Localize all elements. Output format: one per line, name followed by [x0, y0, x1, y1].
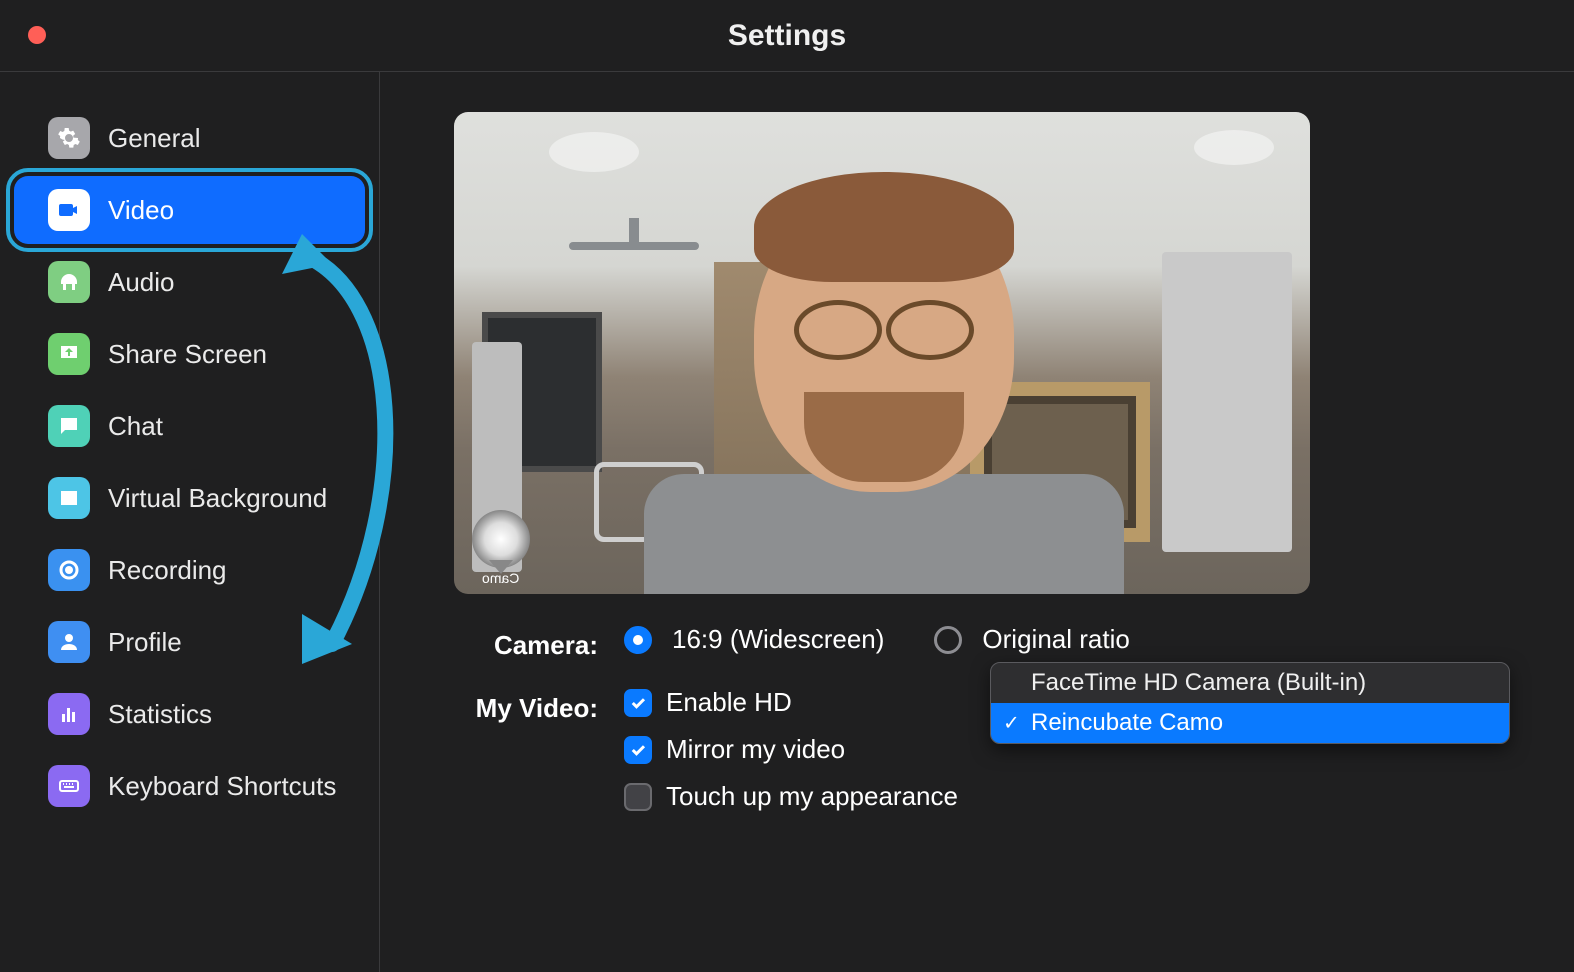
touch-up-appearance-checkbox[interactable] [624, 783, 652, 811]
aspect-ratio-original-label: Original ratio [982, 624, 1129, 655]
sidebar-item-statistics[interactable]: Statistics [14, 680, 365, 748]
checkmark-icon: ✓ [1003, 711, 1020, 736]
close-window-button[interactable] [28, 26, 46, 44]
camera-watermark: Camo [468, 510, 534, 586]
video-camera-icon [48, 189, 90, 231]
record-icon [48, 549, 90, 591]
enable-hd-label: Enable HD [666, 687, 792, 718]
gear-icon [48, 117, 90, 159]
sidebar-item-keyboard-shortcuts[interactable]: Keyboard Shortcuts [14, 752, 365, 820]
scene-decor [794, 300, 974, 350]
camera-option-label: FaceTime HD Camera (Built-in) [1031, 669, 1366, 696]
bar-chart-icon [48, 693, 90, 735]
sidebar-item-label: Audio [108, 267, 175, 298]
camera-option-facetime[interactable]: FaceTime HD Camera (Built-in) [991, 663, 1509, 703]
sidebar: General Video Audio Share Screen Chat [0, 72, 380, 972]
aspect-ratio-original-radio[interactable] [934, 626, 962, 654]
sidebar-item-label: Keyboard Shortcuts [108, 771, 336, 802]
person-card-icon [48, 477, 90, 519]
chat-bubble-icon [48, 405, 90, 447]
sidebar-item-profile[interactable]: Profile [14, 608, 365, 676]
share-screen-icon [48, 333, 90, 375]
camera-label: Camera: [454, 624, 624, 661]
titlebar: Settings [0, 0, 1574, 72]
sidebar-item-label: Recording [108, 555, 227, 586]
camo-logo-icon [472, 510, 530, 568]
main-panel: Camo Camera: 16:9 (Widescreen) Original … [380, 72, 1574, 972]
sidebar-item-label: Virtual Background [108, 483, 327, 514]
sidebar-item-label: General [108, 123, 201, 154]
camera-option-reincubate-camo[interactable]: ✓ Reincubate Camo [991, 703, 1509, 743]
sidebar-item-general[interactable]: General [14, 104, 365, 172]
keyboard-icon [48, 765, 90, 807]
aspect-ratio-widescreen-label: 16:9 (Widescreen) [672, 624, 884, 655]
sidebar-item-label: Chat [108, 411, 163, 442]
mirror-video-label: Mirror my video [666, 734, 845, 765]
scene-decor [754, 172, 1014, 282]
enable-hd-checkbox[interactable] [624, 689, 652, 717]
scene-decor [644, 474, 1124, 594]
sidebar-item-label: Statistics [108, 699, 212, 730]
scene-decor [549, 132, 639, 172]
headphones-icon [48, 261, 90, 303]
touch-up-appearance-label: Touch up my appearance [666, 781, 958, 812]
scene-decor [804, 392, 964, 482]
sidebar-item-video[interactable]: Video [14, 176, 365, 244]
sidebar-item-recording[interactable]: Recording [14, 536, 365, 604]
camera-option-label: Reincubate Camo [1031, 709, 1223, 736]
sidebar-item-label: Share Screen [108, 339, 267, 370]
content: General Video Audio Share Screen Chat [0, 72, 1574, 972]
sidebar-item-chat[interactable]: Chat [14, 392, 365, 460]
window-title: Settings [0, 19, 1574, 53]
sidebar-item-share-screen[interactable]: Share Screen [14, 320, 365, 388]
scene-decor [569, 242, 699, 250]
sidebar-item-virtual-background[interactable]: Virtual Background [14, 464, 365, 532]
mirror-video-checkbox[interactable] [624, 736, 652, 764]
sidebar-item-label: Profile [108, 627, 182, 658]
camo-logo-text: Camo [482, 570, 519, 586]
sidebar-item-label: Video [108, 195, 174, 226]
person-icon [48, 621, 90, 663]
scene-decor [1162, 252, 1292, 552]
sidebar-item-audio[interactable]: Audio [14, 248, 365, 316]
camera-select-dropdown[interactable]: FaceTime HD Camera (Built-in) ✓ Reincuba… [990, 662, 1510, 744]
video-preview: Camo [454, 112, 1310, 594]
scene-decor [1194, 130, 1274, 165]
my-video-label: My Video: [454, 687, 624, 724]
aspect-ratio-widescreen-radio[interactable] [624, 626, 652, 654]
